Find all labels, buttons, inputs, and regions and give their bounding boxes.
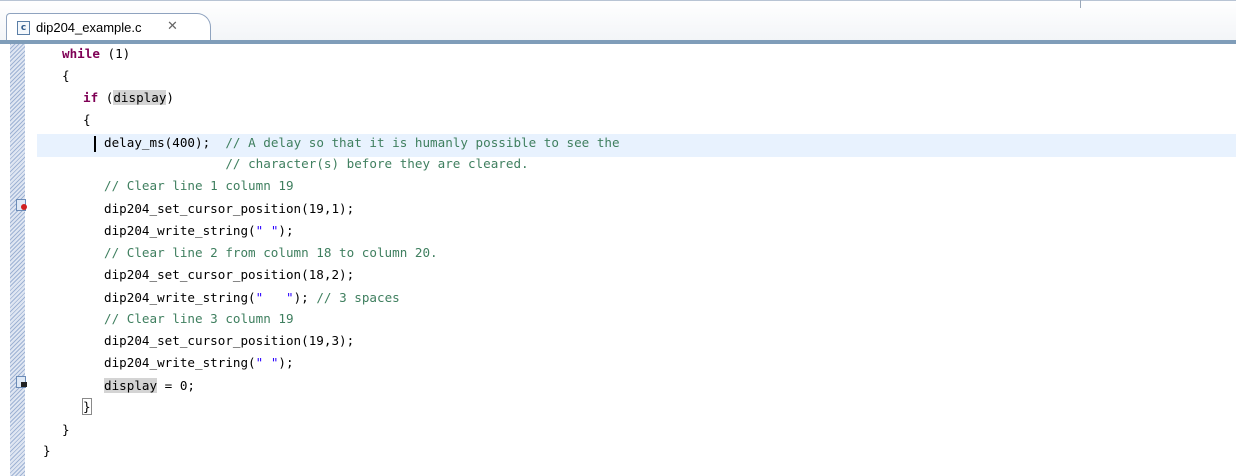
code-token-plain: delay_ms(400); [104,135,226,150]
code-token-plain: dip204_set_cursor_position(18,2); [104,267,355,282]
code-token-plain: ); [278,223,294,238]
tab-bar-top-border [0,0,1236,9]
code-line[interactable]: } [43,441,51,461]
code-editor[interactable]: while (1){if (display){delay_ms(400); //… [0,44,1236,476]
code-token-bracket: } [82,398,92,415]
code-token-plain: dip204_write_string( [104,355,256,370]
code-token-plain: } [43,443,51,458]
code-token-plain: { [62,68,70,83]
code-line[interactable]: delay_ms(400); // A delay so that it is … [104,133,620,153]
code-token-plain: ); [278,355,294,370]
code-token-plain: (1) [99,46,131,61]
code-line[interactable]: if (display) [83,88,174,108]
code-line[interactable]: // Clear line 3 column 19 [104,309,294,329]
code-line[interactable]: // character(s) before they are cleared. [104,154,529,174]
code-line[interactable]: // Clear line 2 from column 18 to column… [104,243,438,263]
editor-tab-bar: c dip204_example.c ✕ [0,0,1236,41]
code-token-st: " " [255,290,294,305]
code-token-cm: // Clear line 1 column 19 [104,178,294,193]
tab-dip204-example-c[interactable]: c dip204_example.c ✕ [6,13,211,41]
code-token-plain: ( [98,90,114,105]
code-line[interactable]: dip204_set_cursor_position(19,1); [104,199,354,219]
source-code[interactable]: while (1){if (display){delay_ms(400); //… [0,44,1236,476]
code-token-cm: // Clear line 2 from column 18 to column… [104,245,438,260]
code-token-plain: { [83,112,91,127]
close-icon[interactable]: ✕ [167,19,178,34]
code-token-occ: display [104,378,158,393]
code-token-cm: // Clear line 3 column 19 [104,311,294,326]
code-line[interactable]: } [62,420,70,440]
code-line[interactable]: dip204_set_cursor_position(19,3); [104,331,354,351]
c-source-file-icon: c [17,21,30,35]
code-token-plain: = 0; [157,378,195,393]
code-line[interactable]: display = 0; [104,376,195,396]
code-line[interactable]: { [62,66,70,86]
code-token-occ: display [113,90,167,105]
code-token-plain: dip204_set_cursor_position(19,1); [104,201,355,216]
code-line[interactable]: { [83,110,91,130]
code-token-cm: // character(s) before they are cleared. [225,156,529,171]
code-token-cm: // A delay so that it is humanly possibl… [225,135,620,150]
code-token-st: " " [255,223,279,238]
code-token-kw: while [62,46,100,61]
code-token-st: " " [255,355,279,370]
tab-bar-divider [1080,0,1081,8]
code-token-plain: ); [293,290,317,305]
code-line[interactable]: } [82,397,92,417]
code-token-plain: } [62,422,70,437]
tab-filename-label: dip204_example.c [36,20,142,35]
code-line[interactable]: dip204_write_string(" "); // 3 spaces [104,288,400,308]
text-caret [94,136,96,152]
code-line[interactable]: dip204_write_string(" "); [104,353,294,373]
code-token-cm: // 3 spaces [316,290,400,305]
code-line[interactable]: dip204_set_cursor_position(18,2); [104,265,354,285]
code-token-plain: dip204_set_cursor_position(19,3); [104,333,355,348]
code-token-plain: dip204_write_string( [104,290,256,305]
code-line[interactable]: while (1) [62,44,130,64]
code-token-plain: dip204_write_string( [104,223,256,238]
code-token-plain: ) [166,90,175,105]
code-line[interactable]: dip204_write_string(" "); [104,221,294,241]
code-line[interactable]: // Clear line 1 column 19 [104,176,294,196]
code-token-kw: if [83,90,99,105]
